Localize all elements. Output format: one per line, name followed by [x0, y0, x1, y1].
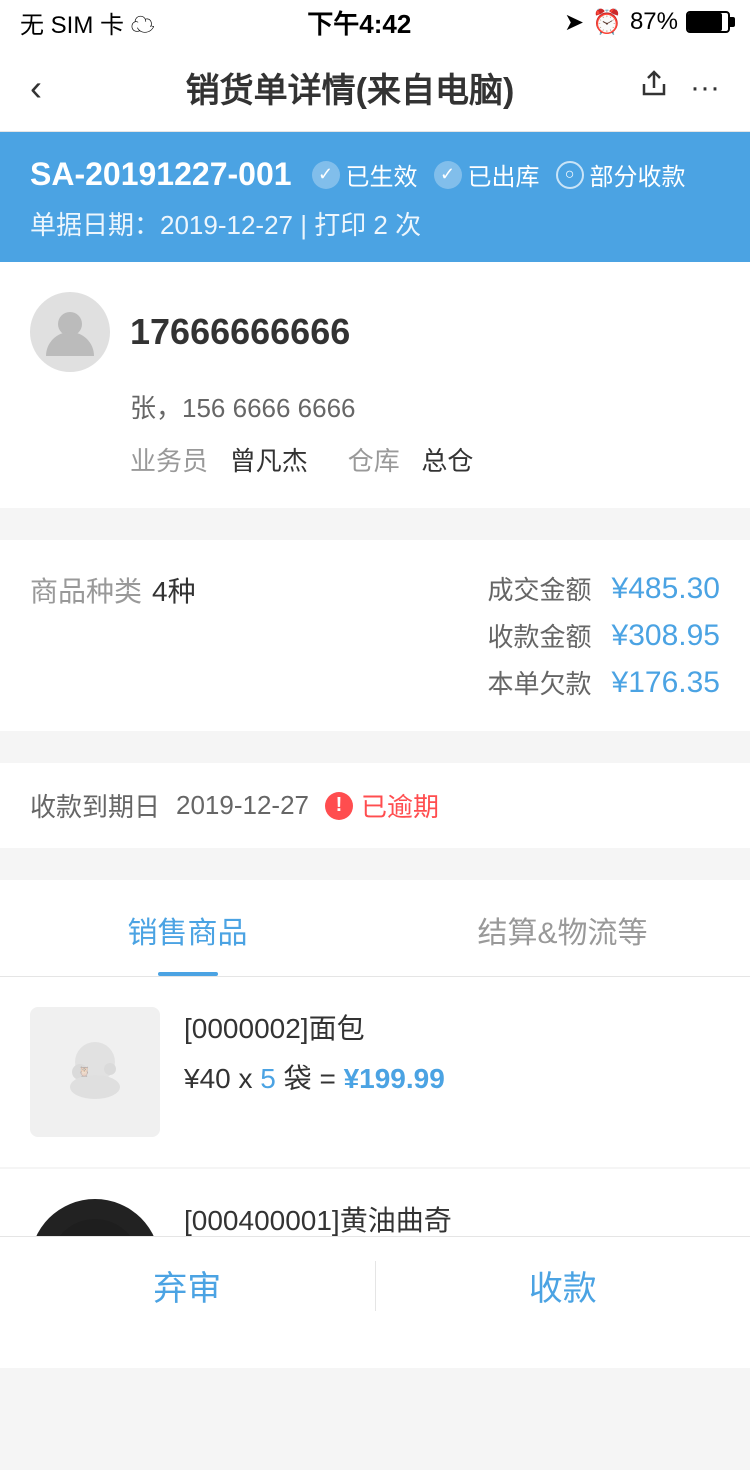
separator-2 [0, 747, 750, 763]
product-qty-1: 5 [260, 1063, 276, 1094]
separator-3 [0, 864, 750, 880]
warehouse-label: 仓库 [348, 446, 400, 476]
product-image-1: 🦉 [30, 1007, 160, 1137]
tab-settlement[interactable]: 结算&物流等 [375, 880, 750, 976]
more-button[interactable]: ··· [690, 71, 720, 105]
overdue-badge: ! 已逾期 [325, 787, 439, 824]
customer-avatar [30, 292, 110, 372]
bottom-bar: 弃审 收款 [0, 1236, 750, 1334]
debt-label: 本单欠款 [488, 664, 592, 701]
clock-icon: ○ [556, 161, 584, 189]
check-icon-1: ✓ [312, 161, 340, 189]
separator-1 [0, 524, 750, 540]
type-count: 4种 [152, 570, 196, 610]
deal-label: 成交金额 [488, 570, 592, 607]
stats-right: 成交金额 ¥485.30 收款金额 ¥308.95 本单欠款 ¥176.35 [488, 570, 720, 701]
check-icon-2: ✓ [434, 161, 462, 189]
nav-actions: ··· [638, 68, 720, 108]
product-name-2: [000400001]黄油曲奇 [184, 1199, 720, 1239]
due-section: 收款到期日 2019-12-27 ! 已逾期 [0, 763, 750, 848]
salesperson-label: 业务员 [130, 446, 208, 476]
bottom-spacer [0, 1370, 750, 1470]
stats-section: 商品种类 4种 成交金额 ¥485.30 收款金额 ¥308.95 本单欠款 ¥… [0, 540, 750, 731]
product-item-1: 🦉 [0000002]面包 ¥40 x 5 袋 = ¥199.99 [0, 977, 750, 1167]
product-info-1: [0000002]面包 ¥40 x 5 袋 = ¥199.99 [184, 1007, 720, 1097]
stat-deal: 成交金额 ¥485.30 [488, 570, 720, 607]
battery-icon [686, 11, 730, 33]
warehouse-value: 总仓 [421, 446, 473, 476]
salesperson-value: 曾凡杰 [230, 446, 308, 476]
received-label: 收款金额 [488, 617, 592, 654]
customer-phone: 17666666666 [130, 311, 350, 353]
type-label: 商品种类 [30, 570, 142, 610]
order-id: SA-20191227-001 [30, 156, 292, 193]
deal-amount: ¥485.30 [612, 572, 720, 606]
tab-products[interactable]: 销售商品 [0, 880, 375, 976]
stat-received: 收款金额 ¥308.95 [488, 617, 720, 654]
svg-text:🦉: 🦉 [78, 1066, 90, 1078]
customer-meta: 业务员 曾凡杰 仓库 总仓 [30, 441, 720, 478]
order-badges: ✓ 已生效 ✓ 已出库 ○ 部分收款 [312, 157, 686, 192]
tabs-header: 销售商品 结算&物流等 [0, 880, 750, 977]
back-button[interactable]: ‹ [30, 67, 42, 109]
customer-contact: 张，156 6666 6666 [30, 388, 720, 425]
status-time: 下午4:42 [307, 4, 411, 41]
order-header: SA-20191227-001 ✓ 已生效 ✓ 已出库 ○ 部分收款 单据日期：… [0, 132, 750, 262]
order-date: 单据日期：2019-12-27 | 打印 2 次 [30, 205, 720, 242]
share-button[interactable] [638, 68, 670, 108]
tabs-section: 销售商品 结算&物流等 [0, 880, 750, 977]
nav-bar: ‹ 销货单详情(来自电脑) ··· [0, 44, 750, 132]
badge-partial: ○ 部分收款 [556, 157, 686, 192]
location-icon: ➤ [564, 8, 584, 37]
badge-effective: ✓ 已生效 [312, 157, 418, 192]
battery-level: 87% [630, 8, 678, 36]
badge-shipped: ✓ 已出库 [434, 157, 540, 192]
stats-left: 商品种类 4种 [30, 570, 196, 610]
due-label: 收款到期日 [30, 787, 160, 824]
status-bar: 无 SIM 卡 ☁ 下午4:42 ➤ ⏰ 87% [0, 0, 750, 44]
status-left: 无 SIM 卡 ☁ [20, 5, 155, 40]
collect-payment-button[interactable]: 收款 [376, 1241, 750, 1330]
received-amount: ¥308.95 [612, 619, 720, 653]
debt-amount: ¥176.35 [612, 666, 720, 700]
product-total-1: ¥199.99 [344, 1063, 445, 1094]
sim-status: 无 SIM 卡 ☁ [20, 5, 155, 40]
product-price-1: ¥40 x 5 袋 = ¥199.99 [184, 1057, 720, 1097]
status-right: ➤ ⏰ 87% [564, 8, 730, 37]
overdue-text: 已逾期 [361, 787, 439, 824]
due-date: 2019-12-27 [176, 790, 309, 821]
abandon-review-button[interactable]: 弃审 [0, 1241, 375, 1330]
product-name-1: [0000002]面包 [184, 1007, 720, 1047]
alarm-icon: ⏰ [592, 8, 622, 37]
customer-section: 17666666666 张，156 6666 6666 业务员 曾凡杰 仓库 总… [0, 262, 750, 508]
stat-debt: 本单欠款 ¥176.35 [488, 664, 720, 701]
overdue-icon: ! [325, 792, 353, 820]
page-title: 销货单详情(来自电脑) [62, 63, 638, 112]
